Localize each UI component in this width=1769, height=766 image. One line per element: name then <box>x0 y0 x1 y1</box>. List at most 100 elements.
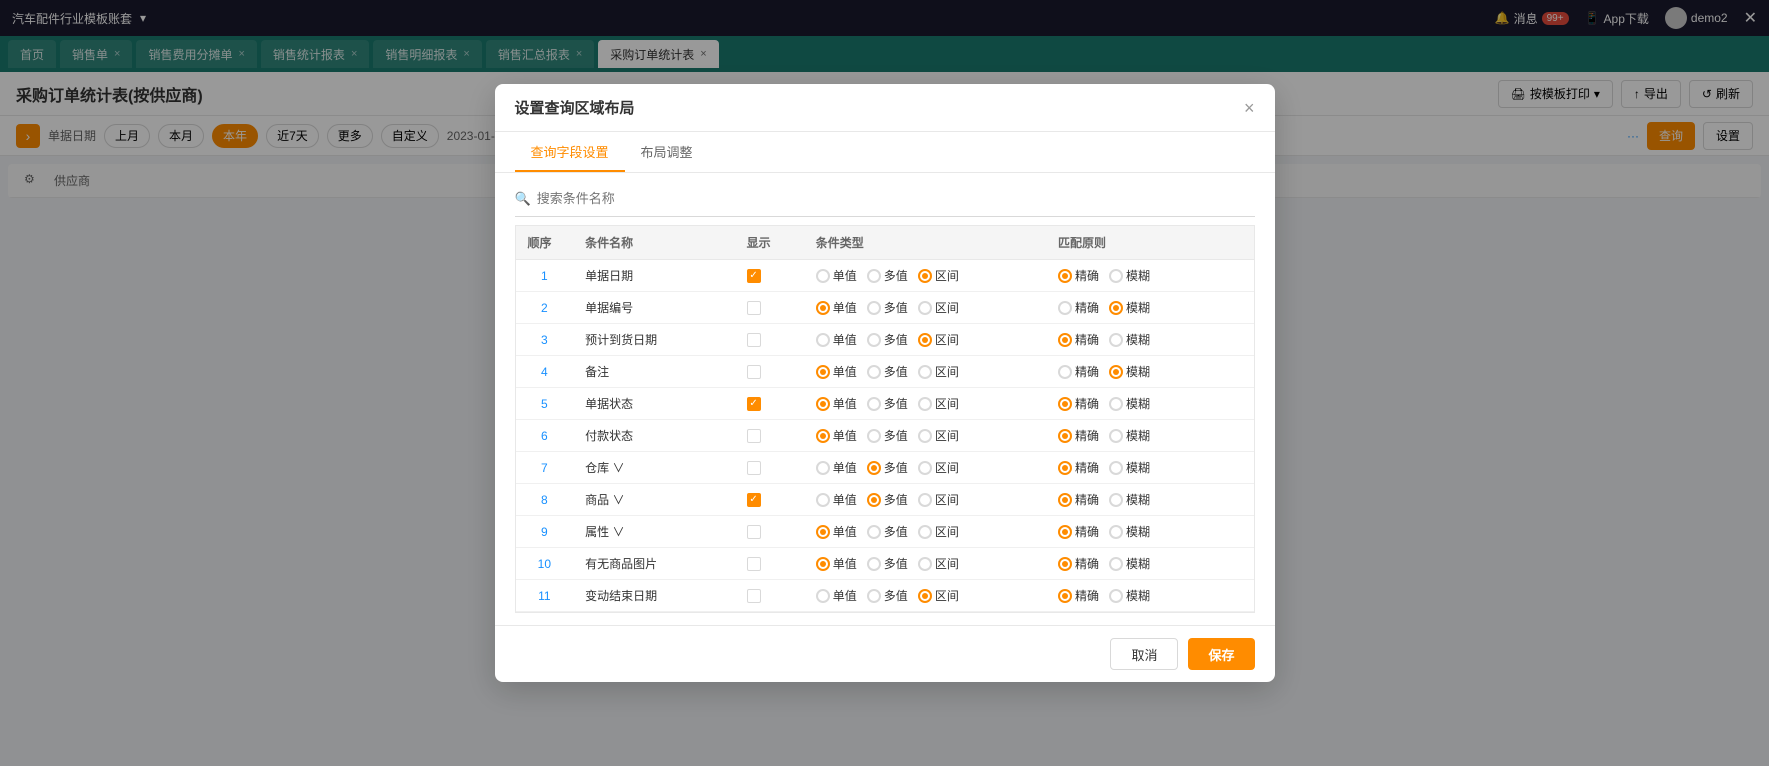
row-5-type-单值-radio[interactable] <box>816 429 830 443</box>
row-8-type-多值-radio[interactable] <box>867 525 881 539</box>
row-6-type-单值[interactable]: 单值 <box>816 459 857 476</box>
row-0-match-模糊-radio[interactable] <box>1109 269 1123 283</box>
row-4-match-模糊-radio[interactable] <box>1109 397 1123 411</box>
row-9-match-模糊-radio[interactable] <box>1109 557 1123 571</box>
row-3-match-精确[interactable]: 精确 <box>1058 363 1099 380</box>
row-1-match-精确[interactable]: 精确 <box>1058 299 1099 316</box>
row-3-match-模糊[interactable]: 模糊 <box>1109 363 1150 380</box>
row-10-match-模糊[interactable]: 模糊 <box>1109 587 1150 604</box>
row-8-type-多值[interactable]: 多值 <box>867 523 908 540</box>
row-10-type-单值[interactable]: 单值 <box>816 587 857 604</box>
row-5-match-模糊-radio[interactable] <box>1109 429 1123 443</box>
row-10-type-多值[interactable]: 多值 <box>867 587 908 604</box>
row-1-type-区间-radio[interactable] <box>918 301 932 315</box>
row-4-match-精确-radio[interactable] <box>1058 397 1072 411</box>
tab-layout[interactable]: 布局调整 <box>625 132 709 172</box>
row-4-type-单值-radio[interactable] <box>816 397 830 411</box>
row-7-type-单值[interactable]: 单值 <box>816 491 857 508</box>
row-10-show-cell[interactable] <box>735 580 804 612</box>
row-6-show-cell[interactable] <box>735 452 804 484</box>
row-2-type-区间-radio[interactable] <box>918 333 932 347</box>
row-1-show-cell[interactable] <box>735 292 804 324</box>
row-2-type-单值[interactable]: 单值 <box>816 331 857 348</box>
row-9-type-多值-radio[interactable] <box>867 557 881 571</box>
save-button[interactable]: 保存 <box>1188 638 1254 670</box>
row-2-match-精确[interactable]: 精确 <box>1058 331 1099 348</box>
row-3-match-模糊-radio[interactable] <box>1109 365 1123 379</box>
row-0-match-精确[interactable]: 精确 <box>1058 267 1099 284</box>
row-7-type-多值-radio[interactable] <box>867 493 881 507</box>
row-9-type-区间-radio[interactable] <box>918 557 932 571</box>
row-7-match-模糊[interactable]: 模糊 <box>1109 491 1150 508</box>
row-7-match-模糊-radio[interactable] <box>1109 493 1123 507</box>
row-7-type-多值[interactable]: 多值 <box>867 491 908 508</box>
row-9-type-区间[interactable]: 区间 <box>918 555 959 572</box>
row-0-type-单值[interactable]: 单值 <box>816 267 857 284</box>
row-0-type-多值-radio[interactable] <box>867 269 881 283</box>
row-1-type-多值[interactable]: 多值 <box>867 299 908 316</box>
row-9-show-checkbox[interactable] <box>747 557 761 571</box>
row-6-match-精确-radio[interactable] <box>1058 461 1072 475</box>
row-7-type-单值-radio[interactable] <box>816 493 830 507</box>
row-6-type-区间[interactable]: 区间 <box>918 459 959 476</box>
row-8-match-精确-radio[interactable] <box>1058 525 1072 539</box>
row-4-type-多值[interactable]: 多值 <box>867 395 908 412</box>
row-7-type-区间-radio[interactable] <box>918 493 932 507</box>
row-2-type-单值-radio[interactable] <box>816 333 830 347</box>
row-3-show-cell[interactable] <box>735 356 804 388</box>
row-8-match-模糊[interactable]: 模糊 <box>1109 523 1150 540</box>
row-1-type-单值-radio[interactable] <box>816 301 830 315</box>
row-6-type-单值-radio[interactable] <box>816 461 830 475</box>
row-4-type-多值-radio[interactable] <box>867 397 881 411</box>
row-6-type-多值[interactable]: 多值 <box>867 459 908 476</box>
row-3-show-checkbox[interactable] <box>747 365 761 379</box>
row-6-match-模糊-radio[interactable] <box>1109 461 1123 475</box>
row-9-type-单值-radio[interactable] <box>816 557 830 571</box>
row-8-type-区间-radio[interactable] <box>918 525 932 539</box>
row-8-match-模糊-radio[interactable] <box>1109 525 1123 539</box>
row-1-show-checkbox[interactable] <box>747 301 761 315</box>
row-10-match-精确-radio[interactable] <box>1058 589 1072 603</box>
row-2-show-cell[interactable] <box>735 324 804 356</box>
row-0-show-cell[interactable] <box>735 260 804 292</box>
row-8-type-单值-radio[interactable] <box>816 525 830 539</box>
row-0-show-checkbox[interactable] <box>747 269 761 283</box>
row-9-match-精确[interactable]: 精确 <box>1058 555 1099 572</box>
row-10-type-单值-radio[interactable] <box>816 589 830 603</box>
row-10-type-区间[interactable]: 区间 <box>918 587 959 604</box>
row-10-match-模糊-radio[interactable] <box>1109 589 1123 603</box>
row-7-match-精确[interactable]: 精确 <box>1058 491 1099 508</box>
tab-query-fields[interactable]: 查询字段设置 <box>515 132 625 172</box>
row-3-type-单值[interactable]: 单值 <box>816 363 857 380</box>
row-3-type-区间-radio[interactable] <box>918 365 932 379</box>
row-4-type-区间[interactable]: 区间 <box>918 395 959 412</box>
row-2-type-多值[interactable]: 多值 <box>867 331 908 348</box>
row-8-type-单值[interactable]: 单值 <box>816 523 857 540</box>
row-6-type-多值-radio[interactable] <box>867 461 881 475</box>
row-5-match-模糊[interactable]: 模糊 <box>1109 427 1150 444</box>
row-5-match-精确-radio[interactable] <box>1058 429 1072 443</box>
row-5-type-单值[interactable]: 单值 <box>816 427 857 444</box>
row-8-show-cell[interactable] <box>735 516 804 548</box>
row-0-match-模糊[interactable]: 模糊 <box>1109 267 1150 284</box>
search-input[interactable] <box>537 191 1255 206</box>
row-1-match-模糊[interactable]: 模糊 <box>1109 299 1150 316</box>
row-5-type-区间-radio[interactable] <box>918 429 932 443</box>
row-2-match-模糊-radio[interactable] <box>1109 333 1123 347</box>
row-6-show-checkbox[interactable] <box>747 461 761 475</box>
row-3-type-多值-radio[interactable] <box>867 365 881 379</box>
row-2-type-多值-radio[interactable] <box>867 333 881 347</box>
row-4-type-单值[interactable]: 单值 <box>816 395 857 412</box>
row-3-type-区间[interactable]: 区间 <box>918 363 959 380</box>
row-7-show-cell[interactable] <box>735 484 804 516</box>
row-8-show-checkbox[interactable] <box>747 525 761 539</box>
row-6-type-区间-radio[interactable] <box>918 461 932 475</box>
row-9-match-精确-radio[interactable] <box>1058 557 1072 571</box>
row-3-type-单值-radio[interactable] <box>816 365 830 379</box>
row-3-match-精确-radio[interactable] <box>1058 365 1072 379</box>
cancel-button[interactable]: 取消 <box>1110 638 1178 670</box>
row-10-type-区间-radio[interactable] <box>918 589 932 603</box>
row-7-match-精确-radio[interactable] <box>1058 493 1072 507</box>
row-10-match-精确[interactable]: 精确 <box>1058 587 1099 604</box>
row-1-type-多值-radio[interactable] <box>867 301 881 315</box>
